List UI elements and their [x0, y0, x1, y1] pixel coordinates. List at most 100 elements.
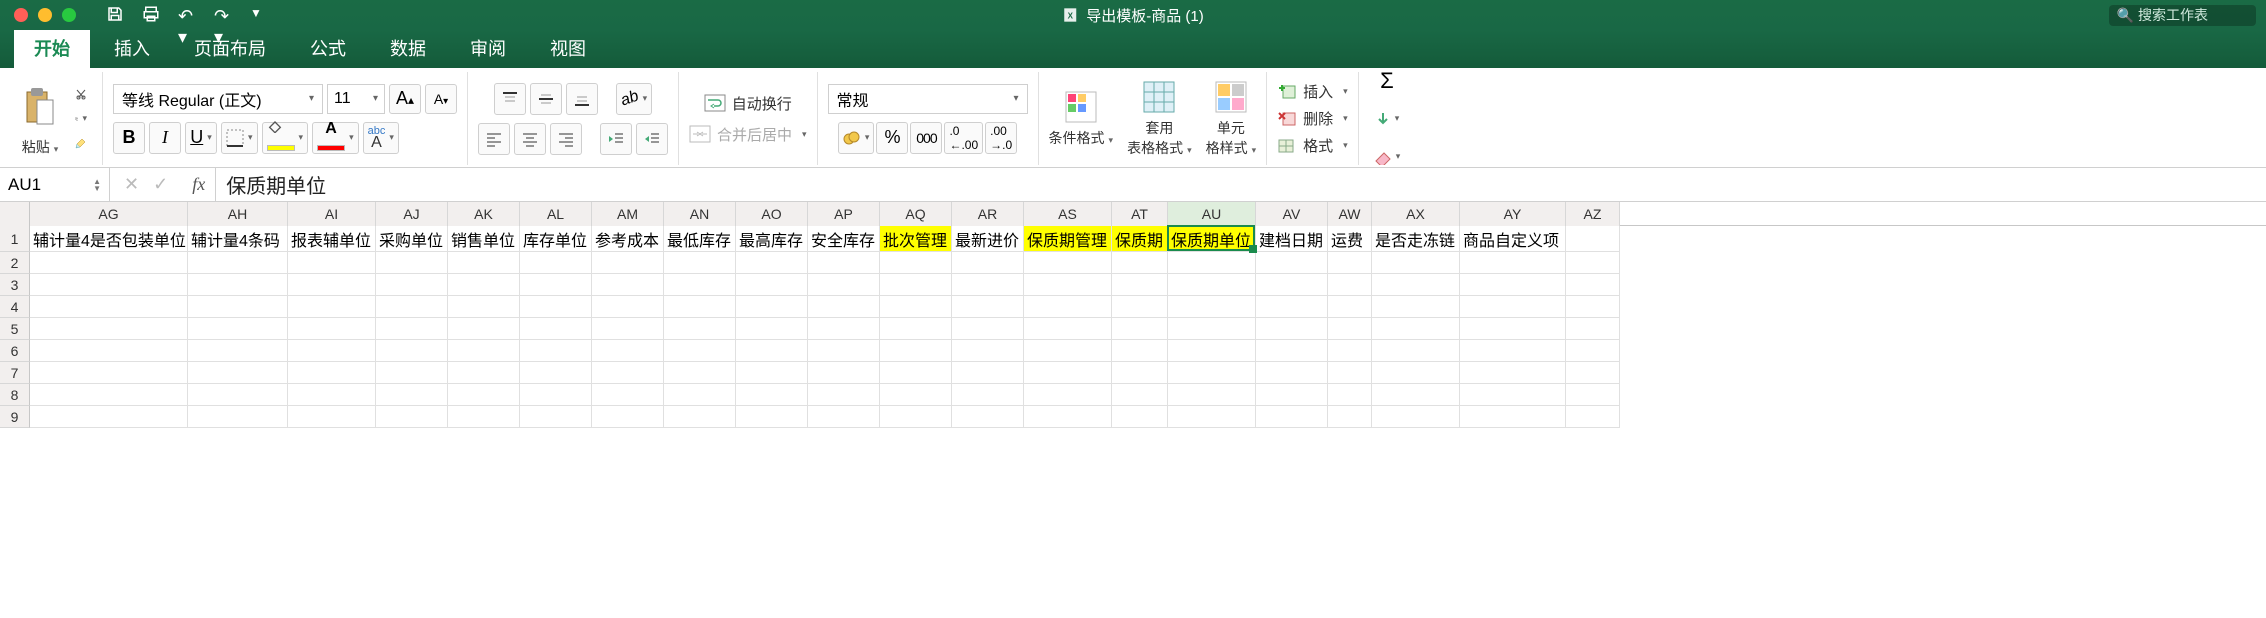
cell[interactable]	[376, 384, 448, 406]
cell[interactable]	[1566, 252, 1620, 274]
redo-icon[interactable]: ↷ ▾	[214, 6, 232, 24]
decrease-indent-button[interactable]	[600, 123, 632, 155]
comma-button[interactable]: 000	[910, 122, 942, 154]
cell[interactable]	[1460, 252, 1566, 274]
column-header-AL[interactable]: AL	[520, 202, 592, 226]
cell[interactable]	[1256, 252, 1328, 274]
cell[interactable]	[1256, 384, 1328, 406]
autosum-button[interactable]: Σ	[1369, 65, 1406, 97]
fill-color-button[interactable]	[262, 122, 309, 154]
cell[interactable]	[1256, 340, 1328, 362]
cell-styles-button[interactable]: 单元 格样式	[1206, 80, 1257, 158]
cell[interactable]	[592, 406, 664, 428]
cell[interactable]	[188, 252, 288, 274]
cell[interactable]	[952, 384, 1024, 406]
cell[interactable]	[1460, 274, 1566, 296]
cell[interactable]	[448, 296, 520, 318]
cell[interactable]	[1328, 362, 1372, 384]
cell[interactable]	[30, 340, 188, 362]
row-header-1[interactable]: 1	[0, 226, 30, 252]
cell[interactable]	[880, 340, 952, 362]
cell[interactable]	[880, 362, 952, 384]
cell[interactable]	[664, 296, 736, 318]
cell[interactable]: 最高库存	[736, 226, 808, 252]
cell[interactable]	[1328, 406, 1372, 428]
cell[interactable]	[1112, 296, 1168, 318]
cell[interactable]	[1024, 362, 1112, 384]
cell[interactable]	[1460, 384, 1566, 406]
align-bottom-button[interactable]	[566, 83, 598, 115]
cell[interactable]	[520, 362, 592, 384]
cell[interactable]	[1566, 318, 1620, 340]
cell[interactable]: 建档日期	[1256, 226, 1328, 252]
cell[interactable]	[1112, 406, 1168, 428]
cell[interactable]	[30, 252, 188, 274]
cell[interactable]	[736, 318, 808, 340]
cell[interactable]	[664, 274, 736, 296]
column-header-AI[interactable]: AI	[288, 202, 376, 226]
column-header-AP[interactable]: AP	[808, 202, 880, 226]
row-header-4[interactable]: 4	[0, 296, 30, 318]
orientation-button[interactable]: ab	[616, 83, 652, 115]
cell[interactable]: 安全库存	[808, 226, 880, 252]
cell[interactable]	[1256, 406, 1328, 428]
cell[interactable]	[448, 274, 520, 296]
tab-视图[interactable]: 视图	[530, 27, 606, 68]
row-header-5[interactable]: 5	[0, 318, 30, 340]
wrap-text-button[interactable]: 自动换行	[704, 93, 792, 114]
cell[interactable]	[520, 340, 592, 362]
paste-label[interactable]: 粘贴	[22, 137, 59, 157]
cell[interactable]	[1566, 296, 1620, 318]
cell[interactable]	[448, 362, 520, 384]
cell[interactable]	[664, 406, 736, 428]
cell[interactable]	[188, 318, 288, 340]
clear-button[interactable]	[1369, 141, 1406, 173]
cell[interactable]	[1566, 384, 1620, 406]
cell[interactable]	[952, 340, 1024, 362]
cell[interactable]	[288, 318, 376, 340]
cell[interactable]	[952, 362, 1024, 384]
cell[interactable]	[1460, 296, 1566, 318]
cell[interactable]	[664, 384, 736, 406]
cell[interactable]	[592, 274, 664, 296]
cell[interactable]	[952, 406, 1024, 428]
cell[interactable]	[188, 296, 288, 318]
cell[interactable]	[376, 252, 448, 274]
cell[interactable]	[1328, 252, 1372, 274]
column-header-AU[interactable]: AU	[1168, 202, 1256, 226]
cell[interactable]	[952, 296, 1024, 318]
cell[interactable]	[376, 406, 448, 428]
cell[interactable]	[736, 362, 808, 384]
cell[interactable]: 最低库存	[664, 226, 736, 252]
cell[interactable]: 保质期	[1112, 226, 1168, 252]
column-header-AO[interactable]: AO	[736, 202, 808, 226]
copy-button[interactable]	[70, 108, 92, 130]
cell[interactable]	[520, 252, 592, 274]
cell[interactable]	[288, 296, 376, 318]
cell[interactable]	[880, 296, 952, 318]
cell[interactable]	[1328, 340, 1372, 362]
cell[interactable]	[376, 318, 448, 340]
column-header-AN[interactable]: AN	[664, 202, 736, 226]
cell[interactable]	[1460, 362, 1566, 384]
cell[interactable]	[1256, 296, 1328, 318]
cell[interactable]	[664, 252, 736, 274]
border-button[interactable]	[221, 122, 258, 154]
cell[interactable]	[376, 362, 448, 384]
cell[interactable]	[1566, 362, 1620, 384]
cell[interactable]	[1168, 252, 1256, 274]
cell[interactable]	[1328, 296, 1372, 318]
save-icon[interactable]	[106, 5, 124, 26]
cell[interactable]	[520, 318, 592, 340]
align-top-button[interactable]	[494, 83, 526, 115]
cell[interactable]	[188, 340, 288, 362]
cell[interactable]	[1256, 318, 1328, 340]
cell[interactable]	[30, 406, 188, 428]
spreadsheet-grid[interactable]: AGAHAIAJAKALAMANAOAPAQARASATAUAVAWAXAYAZ…	[0, 202, 2266, 428]
cell[interactable]	[1168, 406, 1256, 428]
cell[interactable]	[1372, 296, 1460, 318]
cell[interactable]	[30, 362, 188, 384]
cell[interactable]	[880, 252, 952, 274]
cell[interactable]	[1112, 274, 1168, 296]
close-window-button[interactable]	[14, 8, 28, 22]
